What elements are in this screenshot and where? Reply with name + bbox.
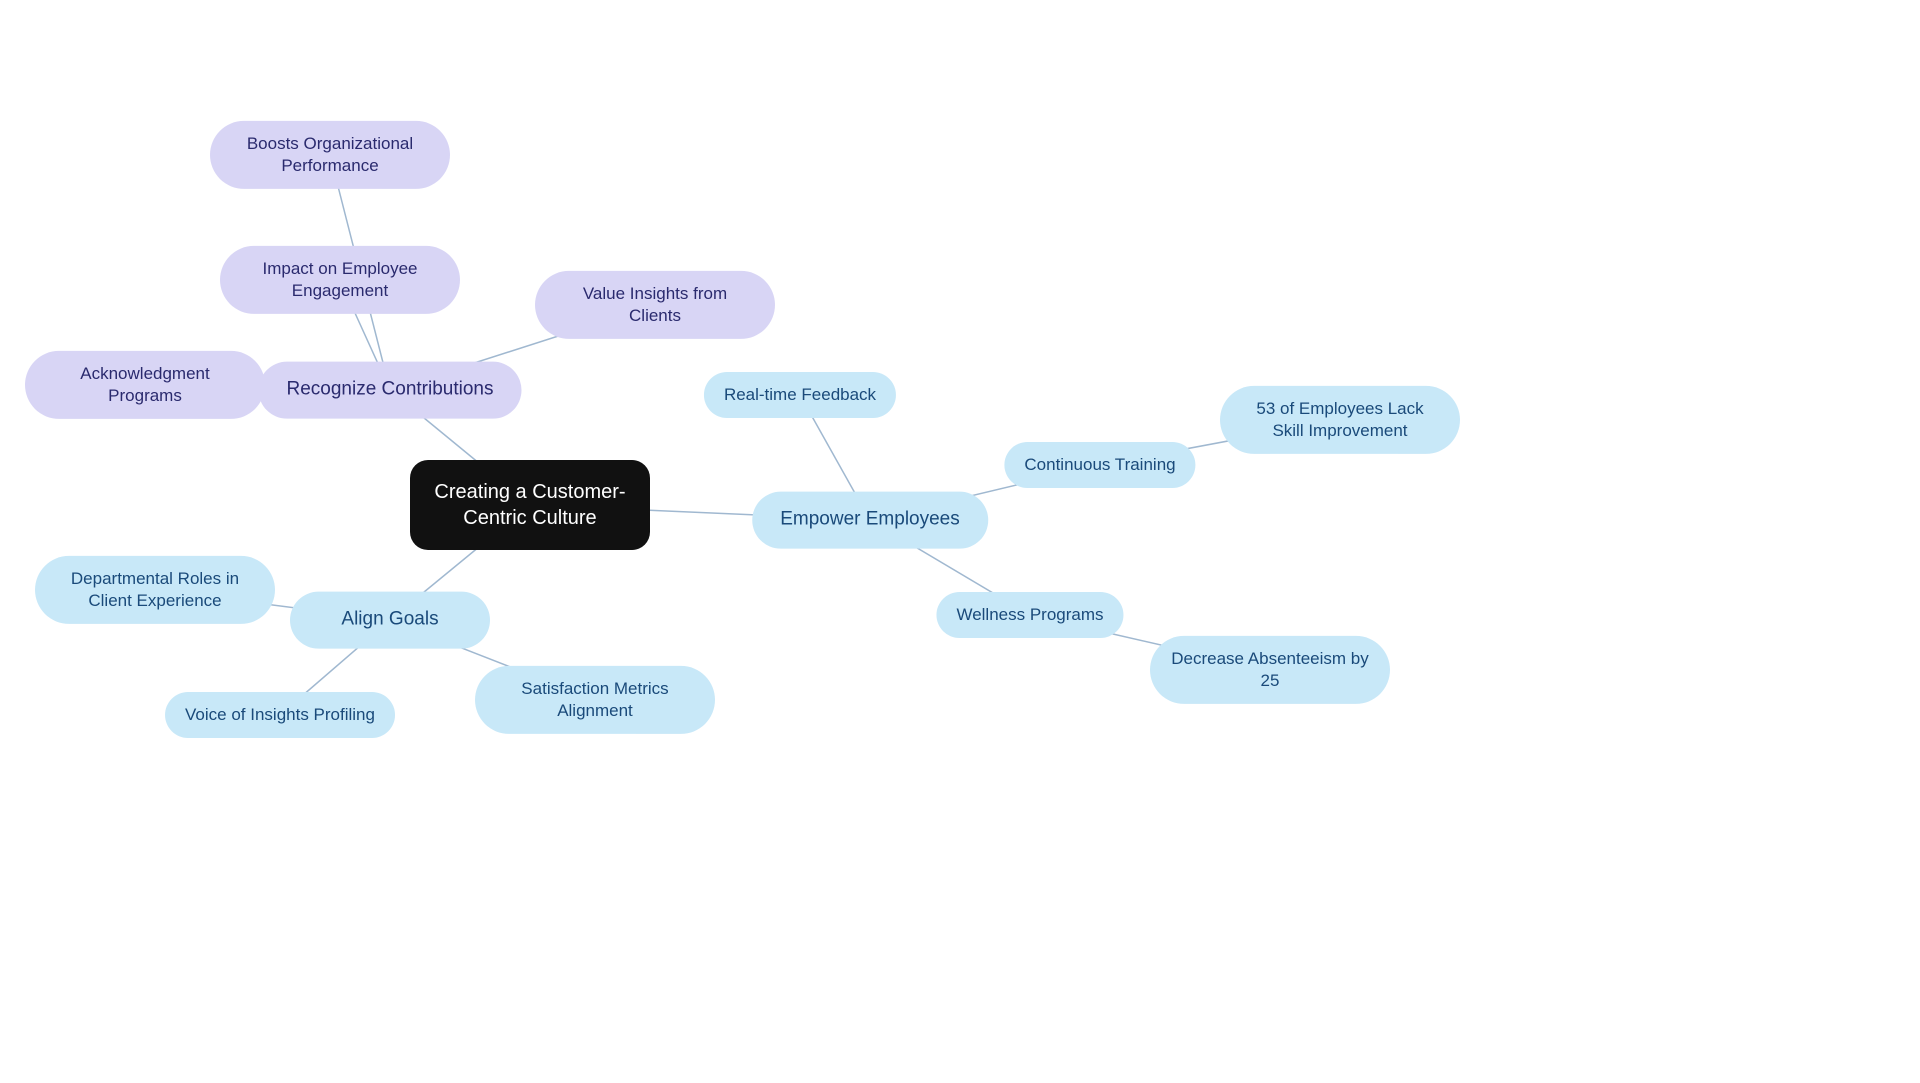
node-recognize: Recognize Contributions: [258, 362, 521, 419]
node-realtime: Real-time Feedback: [704, 372, 896, 418]
node-align-goals: Align Goals: [290, 592, 490, 649]
node-acknowledgment: Acknowledgment Programs: [25, 351, 265, 419]
center-node: Creating a Customer-Centric Culture: [410, 460, 650, 550]
node-wellness: Wellness Programs: [936, 592, 1123, 638]
node-dept-roles: Departmental Roles in Client Experience: [35, 556, 275, 624]
node-continuous: Continuous Training: [1004, 442, 1195, 488]
node-decrease: Decrease Absenteeism by 25: [1150, 636, 1390, 704]
node-impact: Impact on Employee Engagement: [220, 246, 460, 314]
node-empower: Empower Employees: [752, 492, 988, 549]
node-53employees: 53 of Employees Lack Skill Improvement: [1220, 386, 1460, 454]
mind-map: Creating a Customer-Centric Culture Recog…: [0, 0, 1920, 1083]
node-voice-insights: Voice of Insights Profiling: [165, 692, 395, 738]
node-satisfaction: Satisfaction Metrics Alignment: [475, 666, 715, 734]
node-boosts: Boosts Organizational Performance: [210, 121, 450, 189]
node-value-insights: Value Insights from Clients: [535, 271, 775, 339]
